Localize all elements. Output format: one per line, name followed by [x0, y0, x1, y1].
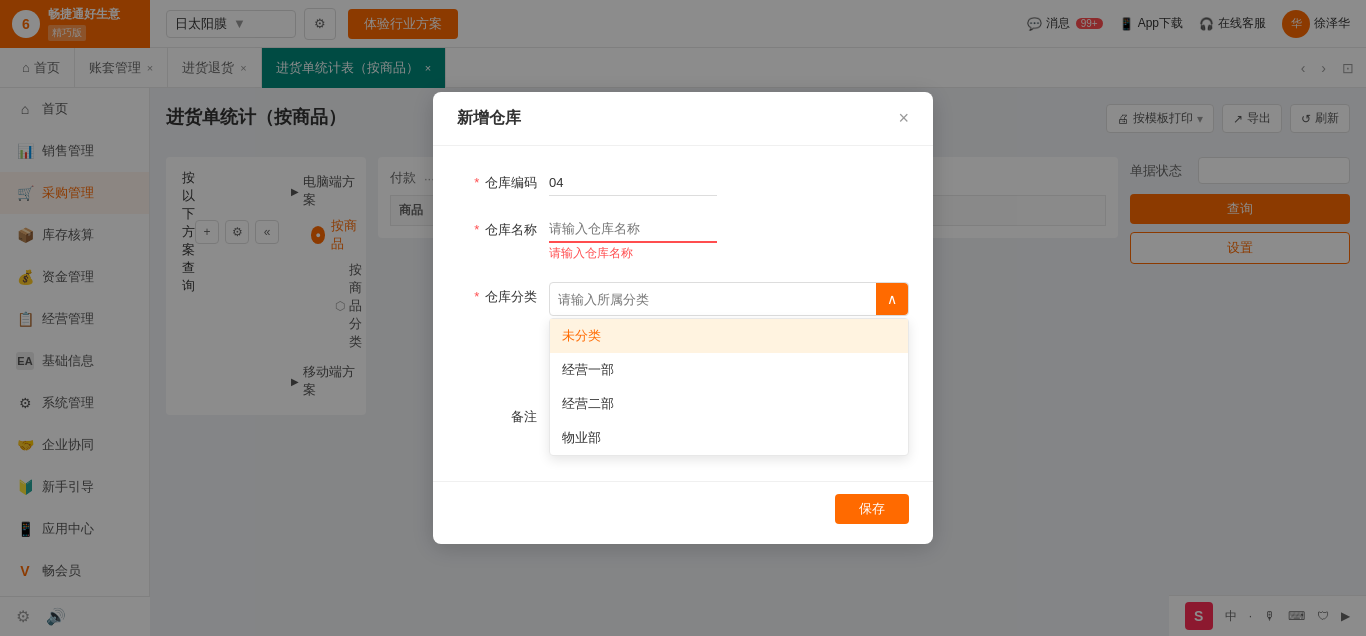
form-row-name: * 仓库名称 请输入仓库名称 — [457, 216, 909, 262]
name-error-message: 请输入仓库名称 — [549, 246, 633, 260]
required-star-name: * — [474, 222, 479, 237]
modal-overlay: 新增仓库 × * 仓库编码 * 仓库名称 — [0, 0, 1366, 636]
save-button[interactable]: 保存 — [835, 494, 909, 524]
name-input[interactable] — [549, 216, 717, 243]
name-input-wrap — [549, 216, 909, 243]
name-row-inner: * 仓库名称 — [457, 216, 909, 243]
name-label: * 仓库名称 — [457, 221, 537, 239]
modal-body: * 仓库编码 * 仓库名称 — [433, 146, 933, 481]
name-error-row: 请输入仓库名称 — [549, 245, 633, 262]
dropdown-ops1-label: 经营一部 — [562, 362, 614, 377]
code-input-wrap — [549, 170, 909, 196]
form-row-code: * 仓库编码 — [457, 170, 909, 196]
modal-header: 新增仓库 × — [433, 92, 933, 146]
category-input[interactable] — [550, 286, 876, 313]
category-field-wrap: ∧ 未分类 经营一部 经营二部 物业部 — [549, 282, 909, 316]
modal-footer: 保存 — [433, 481, 933, 544]
dropdown-item-property[interactable]: 物业部 — [550, 421, 908, 455]
required-star-category: * — [474, 289, 479, 304]
dropdown-item-ops1[interactable]: 经营一部 — [550, 353, 908, 387]
code-input[interactable] — [549, 170, 717, 196]
dropdown-uncategorized-label: 未分类 — [562, 328, 601, 343]
dropdown-item-uncategorized[interactable]: 未分类 — [550, 319, 908, 353]
dropdown-item-ops2[interactable]: 经营二部 — [550, 387, 908, 421]
dropdown-property-label: 物业部 — [562, 430, 601, 445]
category-label: * 仓库分类 — [457, 282, 537, 306]
dropdown-ops2-label: 经营二部 — [562, 396, 614, 411]
category-input-wrap: ∧ — [549, 282, 909, 316]
notes-label: 备注 — [457, 408, 537, 426]
modal-close-button[interactable]: × — [898, 108, 909, 129]
category-dropdown: 未分类 经营一部 经营二部 物业部 — [549, 318, 909, 456]
required-star-code: * — [474, 175, 479, 190]
add-warehouse-modal: 新增仓库 × * 仓库编码 * 仓库名称 — [433, 92, 933, 544]
code-label: * 仓库编码 — [457, 174, 537, 192]
modal-title: 新增仓库 — [457, 108, 521, 129]
category-arrow-button[interactable]: ∧ — [876, 283, 908, 315]
form-row-category: * 仓库分类 ∧ 未分类 经营一部 — [457, 282, 909, 316]
